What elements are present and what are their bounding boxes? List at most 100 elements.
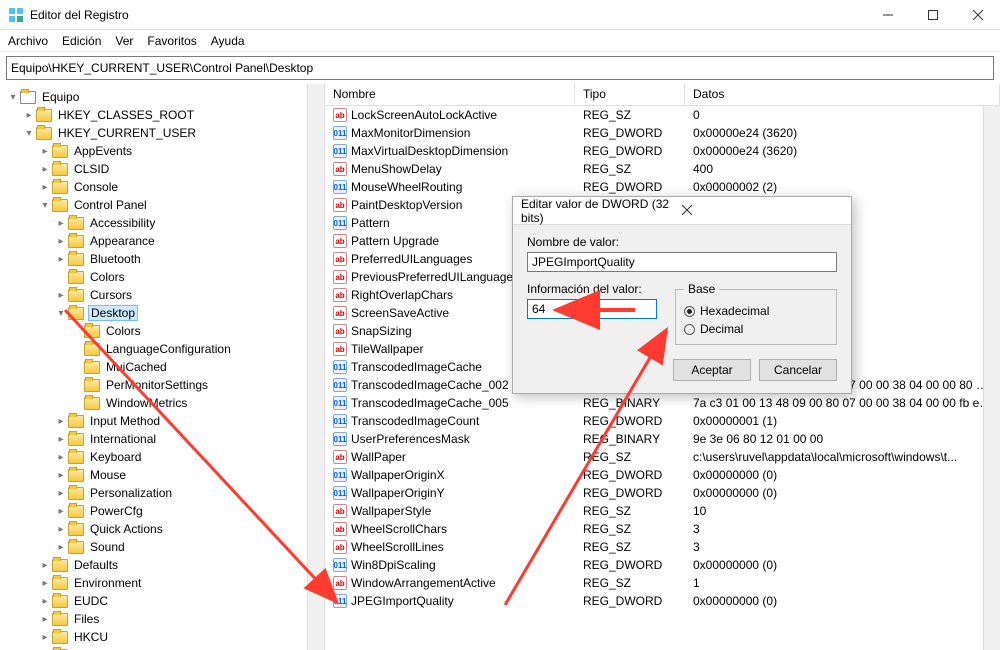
column-type[interactable]: Tipo: [575, 84, 685, 105]
value-row[interactable]: abWindowArrangementActiveREG_SZ1: [325, 574, 1000, 592]
base-legend: Base: [684, 282, 719, 296]
value-row[interactable]: 011WallpaperOriginYREG_DWORD0x00000000 (…: [325, 484, 1000, 502]
tree-item[interactable]: ▸Console: [4, 178, 324, 196]
menu-bar: Archivo Edición Ver Favoritos Ayuda: [0, 30, 1000, 52]
tree-item[interactable]: LanguageConfiguration: [4, 340, 324, 358]
value-row[interactable]: 011TranscodedImageCountREG_DWORD0x000000…: [325, 412, 1000, 430]
tree-item[interactable]: ▸Keyboard: [4, 448, 324, 466]
address-bar[interactable]: Equipo\HKEY_CURRENT_USER\Control Panel\D…: [6, 56, 994, 80]
dword-icon: 011: [333, 360, 347, 374]
tree-item[interactable]: ▸Appearance: [4, 232, 324, 250]
string-icon: ab: [333, 270, 347, 284]
app-icon: [8, 7, 24, 23]
string-icon: ab: [333, 504, 347, 518]
value-row[interactable]: 011TranscodedImageCache_005REG_BINARY7a …: [325, 394, 1000, 412]
tree-item[interactable]: ▸AppEvents: [4, 142, 324, 160]
value-row[interactable]: abWheelScrollCharsREG_SZ3: [325, 520, 1000, 538]
tree-item[interactable]: ▸HKCU: [4, 628, 324, 646]
radio-decimal[interactable]: Decimal: [684, 322, 828, 336]
minimize-button[interactable]: [865, 0, 910, 29]
tree-root[interactable]: ▾Equipo: [4, 88, 324, 106]
tree-item[interactable]: ▸Keyboard Layout: [4, 646, 324, 650]
tree-item[interactable]: ▸Defaults: [4, 556, 324, 574]
tree-item[interactable]: ▸PowerCfg: [4, 502, 324, 520]
dialog-title: Editar valor de DWORD (32 bits): [521, 197, 682, 225]
tree-item[interactable]: ▾Control Panel: [4, 196, 324, 214]
list-header: Nombre Tipo Datos: [325, 84, 1000, 106]
tree-item[interactable]: MuiCached: [4, 358, 324, 376]
value-row[interactable]: abWheelScrollLinesREG_SZ3: [325, 538, 1000, 556]
cancel-button[interactable]: Cancelar: [759, 359, 837, 381]
tree-item[interactable]: ▾Desktop: [4, 304, 324, 322]
tree-item[interactable]: WindowMetrics: [4, 394, 324, 412]
string-icon: ab: [333, 234, 347, 248]
column-data[interactable]: Datos: [685, 84, 1000, 105]
list-scrollbar[interactable]: [983, 106, 1000, 650]
tree-item[interactable]: ▸Bluetooth: [4, 250, 324, 268]
tree-item[interactable]: ▸Quick Actions: [4, 520, 324, 538]
value-name-input[interactable]: [527, 252, 837, 272]
value-row[interactable]: abMenuShowDelayREG_SZ400: [325, 160, 1000, 178]
value-row[interactable]: abWallPaperREG_SZc:\users\ruvel\appdata\…: [325, 448, 1000, 466]
dword-icon: 011: [333, 432, 347, 446]
string-icon: ab: [333, 324, 347, 338]
string-icon: ab: [333, 252, 347, 266]
menu-ayuda[interactable]: Ayuda: [211, 34, 245, 48]
dialog-title-bar[interactable]: Editar valor de DWORD (32 bits): [513, 197, 851, 225]
value-row[interactable]: abLockScreenAutoLockActiveREG_SZ0: [325, 106, 1000, 124]
ok-button[interactable]: Aceptar: [673, 359, 751, 381]
tree-item[interactable]: Colors: [4, 268, 324, 286]
menu-favoritos[interactable]: Favoritos: [147, 34, 196, 48]
tree-item[interactable]: ▸Environment: [4, 574, 324, 592]
value-row[interactable]: 011JPEGImportQualityREG_DWORD0x00000000 …: [325, 592, 1000, 610]
tree-item[interactable]: ▸Files: [4, 610, 324, 628]
dword-icon: 011: [333, 396, 347, 410]
dword-icon: 011: [333, 378, 347, 392]
value-row[interactable]: 011MouseWheelRoutingREG_DWORD0x00000002 …: [325, 178, 1000, 196]
close-button[interactable]: [955, 0, 1000, 29]
dword-icon: 011: [333, 126, 347, 140]
dword-icon: 011: [333, 180, 347, 194]
tree-item[interactable]: ▸Mouse: [4, 466, 324, 484]
value-row[interactable]: 011WallpaperOriginXREG_DWORD0x00000000 (…: [325, 466, 1000, 484]
value-row[interactable]: 011MaxVirtualDesktopDimensionREG_DWORD0x…: [325, 142, 1000, 160]
tree-item[interactable]: ▸Input Method: [4, 412, 324, 430]
tree-item[interactable]: ▸Sound: [4, 538, 324, 556]
tree-item[interactable]: ▸HKEY_CLASSES_ROOT: [4, 106, 324, 124]
address-text: Equipo\HKEY_CURRENT_USER\Control Panel\D…: [11, 61, 313, 75]
tree-item[interactable]: ▾HKEY_CURRENT_USER: [4, 124, 324, 142]
tree-item[interactable]: Colors: [4, 322, 324, 340]
value-row[interactable]: 011MaxMonitorDimensionREG_DWORD0x00000e2…: [325, 124, 1000, 142]
string-icon: ab: [333, 108, 347, 122]
tree-item[interactable]: ▸CLSID: [4, 160, 324, 178]
tree-scrollbar[interactable]: [307, 84, 324, 650]
dword-icon: 011: [333, 144, 347, 158]
string-icon: ab: [333, 450, 347, 464]
tree-item[interactable]: ▸Personalization: [4, 484, 324, 502]
radio-hexadecimal[interactable]: Hexadecimal: [684, 304, 828, 318]
radio-dot-icon: [684, 306, 695, 317]
maximize-button[interactable]: [910, 0, 955, 29]
value-data-input[interactable]: [527, 299, 657, 319]
value-row[interactable]: abWallpaperStyleREG_SZ10: [325, 502, 1000, 520]
menu-edicion[interactable]: Edición: [62, 34, 101, 48]
value-name-label: Nombre de valor:: [527, 235, 837, 249]
dword-icon: 011: [333, 486, 347, 500]
tree-item[interactable]: ▸EUDC: [4, 592, 324, 610]
menu-ver[interactable]: Ver: [115, 34, 133, 48]
column-name[interactable]: Nombre: [325, 84, 575, 105]
window-title: Editor del Registro: [30, 8, 865, 22]
dword-icon: 011: [333, 216, 347, 230]
dword-icon: 011: [333, 414, 347, 428]
string-icon: ab: [333, 576, 347, 590]
tree-item[interactable]: ▸Cursors: [4, 286, 324, 304]
tree-panel[interactable]: ▾Equipo▸HKEY_CLASSES_ROOT▾HKEY_CURRENT_U…: [0, 84, 325, 650]
radio-dot-icon: [684, 324, 695, 335]
value-row[interactable]: 011UserPreferencesMaskREG_BINARY9e 3e 06…: [325, 430, 1000, 448]
tree-item[interactable]: PerMonitorSettings: [4, 376, 324, 394]
tree-item[interactable]: ▸International: [4, 430, 324, 448]
tree-item[interactable]: ▸Accessibility: [4, 214, 324, 232]
menu-archivo[interactable]: Archivo: [8, 34, 48, 48]
dialog-close-icon[interactable]: [682, 204, 843, 218]
value-row[interactable]: 011Win8DpiScalingREG_DWORD0x00000000 (0): [325, 556, 1000, 574]
